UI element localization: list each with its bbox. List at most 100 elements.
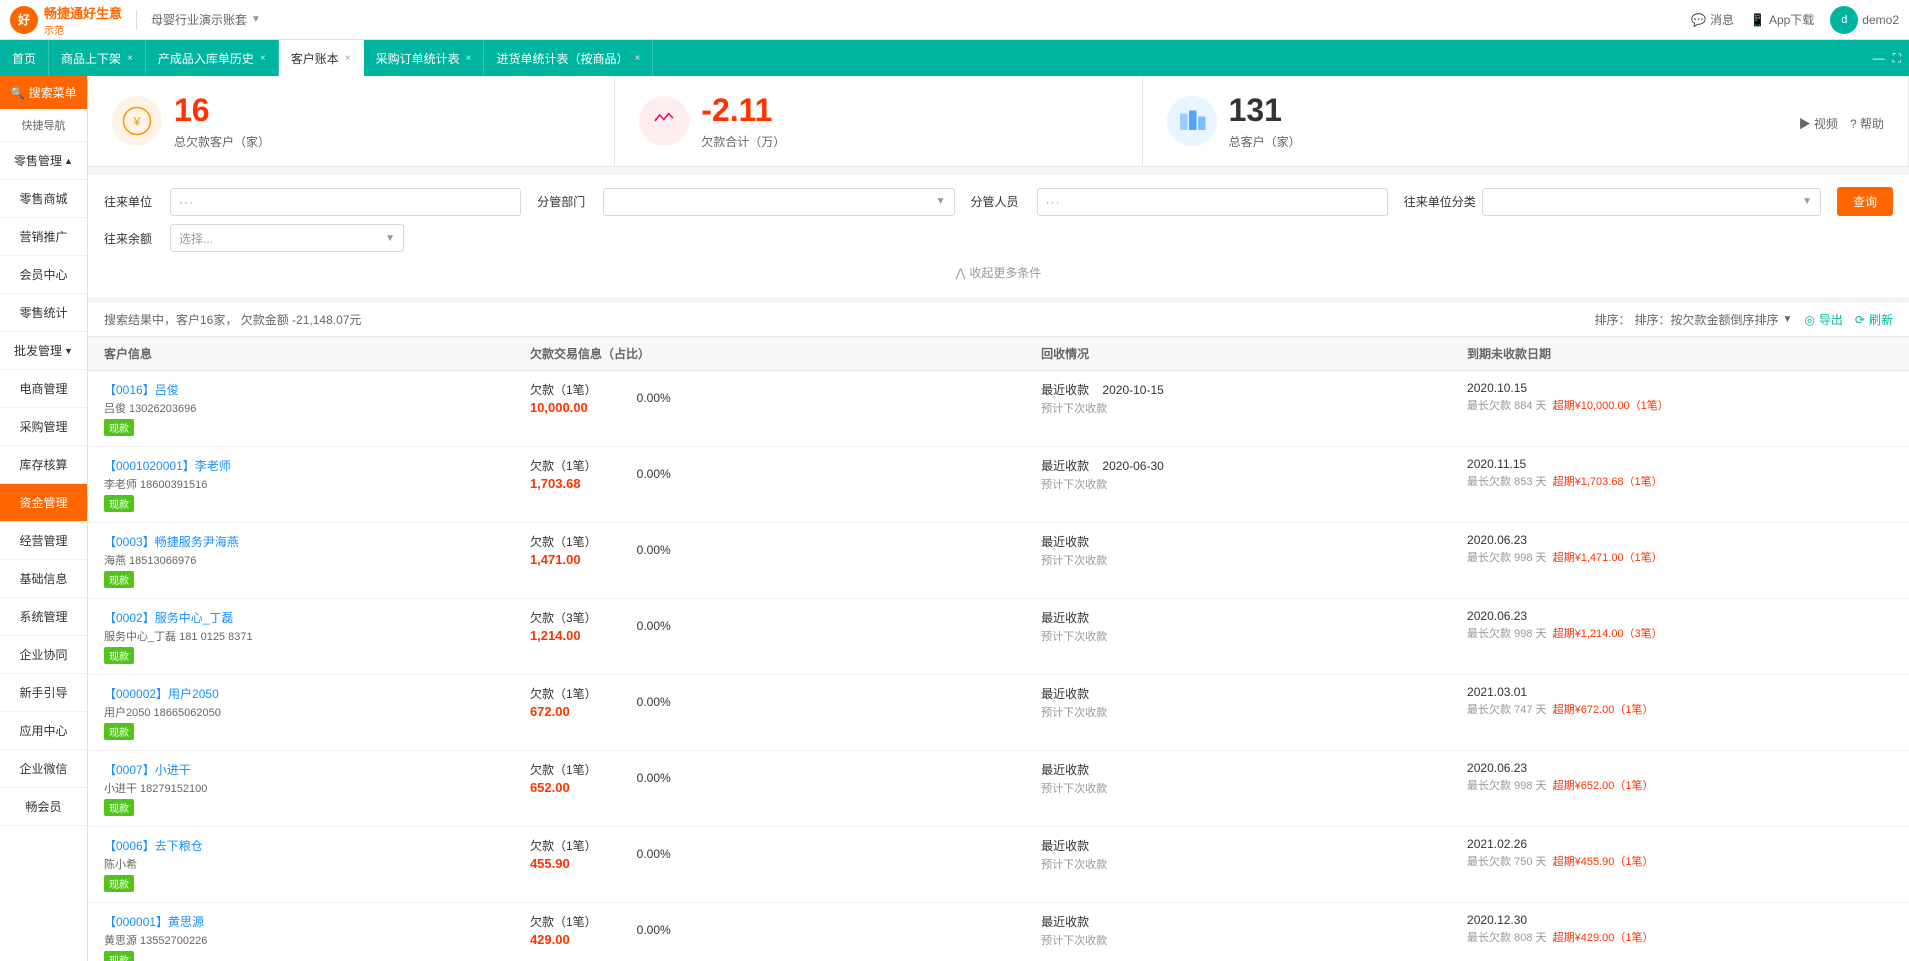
filter-from-unit: 往来单位 ···	[104, 188, 521, 216]
sort-control[interactable]: 排序： 排序：按欠款金额倒序排序 ▼	[1594, 311, 1792, 328]
video-btn[interactable]: ▶ 视频	[1799, 115, 1838, 132]
customer-contact: 小进干 18279152100	[104, 780, 530, 796]
header-recovery: 回收情况	[1041, 345, 1467, 362]
recovery-info: 最近收款 预计下次收款	[1041, 609, 1467, 644]
overdue-customers-number: 16	[174, 92, 270, 129]
message-btn[interactable]: 💬 消息	[1691, 11, 1734, 28]
collapse-row: ⋀ 收起更多条件	[104, 260, 1893, 285]
stats-bar: ¥ 16 总欠款客户（家） -2.11 欠款合计（万）	[88, 76, 1909, 167]
sidebar-item-basic-info[interactable]: 基础信息	[0, 560, 87, 598]
sidebar-item-ecommerce[interactable]: 电商管理	[0, 370, 87, 408]
tab-production-history[interactable]: 产成品入库单历史 ×	[146, 40, 279, 76]
customer-name-link[interactable]: 【000002】用户2050	[104, 687, 219, 701]
filter-row-2: 往来余额 选择... ▼	[104, 224, 404, 252]
customer-info: 【0003】畅捷服务尹海燕 海燕 18513066976 现款	[104, 533, 530, 588]
sidebar-item-retail-mgmt[interactable]: 零售管理 ▲	[0, 142, 87, 180]
overdue-info: 2020.10.15 最长欠款 884 天 超期¥10,000.00（1笔）	[1467, 381, 1893, 413]
tab-home[interactable]: 首页	[0, 40, 49, 76]
search-icon: 🔍	[10, 86, 25, 100]
sidebar-item-retail-stats[interactable]: 零售统计	[0, 294, 87, 332]
tab-purchase-order[interactable]: 采购订单统计表 ×	[364, 40, 485, 76]
customer-name-link[interactable]: 【0007】小进干	[104, 763, 191, 777]
sidebar-item-enterprise-wechat[interactable]: 企业微信	[0, 750, 87, 788]
arrow-icon: ▲	[64, 156, 73, 166]
app-download-btn[interactable]: 📱 App下载	[1750, 11, 1814, 28]
export-btn[interactable]: ◎ 导出	[1804, 311, 1843, 328]
data-table: 客户信息 欠款交易信息（占比） 回收情况 到期未收款日期 【0016】吕俊 吕俊…	[88, 337, 1909, 961]
customer-name-link[interactable]: 【0016】吕俊	[104, 383, 179, 397]
sidebar-item-retail-store[interactable]: 零售商城	[0, 180, 87, 218]
sidebar-search[interactable]: 🔍 搜索菜单	[0, 76, 87, 109]
filter-balance: 往来余额 选择... ▼	[104, 224, 404, 252]
sidebar-item-batch-mgmt[interactable]: 批发管理 ▼	[0, 332, 87, 370]
overdue-link[interactable]: 超期¥455.90（1笔）	[1553, 856, 1654, 868]
close-icon[interactable]: ×	[345, 53, 351, 64]
overdue-link[interactable]: 超期¥1,471.00（1笔）	[1553, 552, 1663, 564]
logo-icon: 好	[10, 6, 38, 34]
sidebar-quick-nav[interactable]: 快捷导航	[0, 109, 87, 142]
person-input[interactable]: ···	[1037, 188, 1388, 216]
overdue-link[interactable]: 超期¥1,703.68（1笔）	[1553, 476, 1663, 488]
sidebar-item-app-center[interactable]: 应用中心	[0, 712, 87, 750]
debt-info: 欠款（3笔） 1,214.00 0.00%	[530, 609, 1041, 643]
tab-minimize-icon[interactable]: —	[1873, 51, 1885, 65]
sidebar-item-vip[interactable]: 畅会员	[0, 788, 87, 826]
help-btn[interactable]: ? 帮助	[1850, 115, 1884, 132]
overdue-amount-number: -2.11	[701, 92, 785, 129]
sidebar-item-marketing[interactable]: 营销推广	[0, 218, 87, 256]
close-icon[interactable]: ×	[634, 53, 640, 64]
recovery-info: 最近收款 2020-06-30 预计下次收款	[1041, 457, 1467, 492]
overdue-info: 2020.06.23 最长欠款 998 天 超期¥1,214.00（3笔）	[1467, 609, 1893, 641]
close-icon[interactable]: ×	[260, 53, 266, 64]
overdue-link[interactable]: 超期¥10,000.00（1笔）	[1553, 400, 1669, 412]
tab-customer-account[interactable]: 客户账本 ×	[279, 40, 364, 76]
user-avatar-btn[interactable]: d demo2	[1830, 6, 1899, 34]
close-icon[interactable]: ×	[466, 53, 472, 64]
overdue-info: 2021.03.01 最长欠款 747 天 超期¥672.00（1笔）	[1467, 685, 1893, 717]
tab-maximize-icon[interactable]: ⛶	[1893, 51, 1901, 66]
sidebar-item-enterprise-collab[interactable]: 企业协同	[0, 636, 87, 674]
balance-input[interactable]: 选择... ▼	[170, 224, 404, 252]
collapse-btn[interactable]: ⋀ 收起更多条件	[956, 264, 1042, 281]
overdue-link[interactable]: 超期¥1,214.00（3笔）	[1553, 628, 1663, 640]
debt-info: 欠款（1笔） 429.00 0.00%	[530, 913, 1041, 947]
tab-product-on-off[interactable]: 商品上下架 ×	[49, 40, 146, 76]
customer-contact: 黄思源 13552700226	[104, 932, 530, 948]
tab-purchase-stats[interactable]: 进货单统计表（按商品） ×	[484, 40, 653, 76]
tab-bar: 首页 商品上下架 × 产成品入库单历史 × 客户账本 × 采购订单统计表 × 进…	[0, 40, 1909, 76]
customer-name-link[interactable]: 【0001020001】李老师	[104, 459, 231, 473]
customer-name-link[interactable]: 【0003】畅捷服务尹海燕	[104, 535, 239, 549]
company-selector[interactable]: 母婴行业演示账套 ▼	[151, 11, 261, 28]
sidebar-item-member[interactable]: 会员中心	[0, 256, 87, 294]
table-row: 【000002】用户2050 用户2050 18665062050 现款 欠款（…	[88, 675, 1909, 751]
sidebar-item-purchase-mgmt[interactable]: 采购管理	[0, 408, 87, 446]
sidebar-item-operations[interactable]: 经营管理	[0, 522, 87, 560]
sidebar-item-system[interactable]: 系统管理	[0, 598, 87, 636]
customer-name-link[interactable]: 【000001】黄思源	[104, 915, 204, 929]
table-row: 【0002】服务中心_丁磊 服务中心_丁磊 181 0125 8371 现款 欠…	[88, 599, 1909, 675]
sidebar-item-inventory[interactable]: 库存核算	[0, 446, 87, 484]
recovery-info: 最近收款 预计下次收款	[1041, 761, 1467, 796]
customer-name-link[interactable]: 【0002】服务中心_丁磊	[104, 611, 233, 625]
dept-input[interactable]: ▼	[603, 188, 954, 216]
overdue-link[interactable]: 超期¥429.00（1笔）	[1553, 932, 1654, 944]
unit-category-input[interactable]: ▼	[1482, 188, 1821, 216]
customer-info: 【0001020001】李老师 李老师 18600391516 现款	[104, 457, 530, 512]
debt-info: 欠款（1笔） 455.90 0.00%	[530, 837, 1041, 871]
filter-person: 分管人员 ···	[971, 188, 1388, 216]
refresh-btn[interactable]: ⟳ 刷新	[1855, 311, 1893, 328]
stat-icon-customers: ¥	[112, 96, 162, 146]
customer-name-link[interactable]: 【0006】去下粮仓	[104, 839, 203, 853]
overdue-link[interactable]: 超期¥672.00（1笔）	[1553, 704, 1654, 716]
search-button[interactable]: 查询	[1837, 187, 1893, 216]
from-unit-input[interactable]: ···	[170, 188, 521, 216]
close-icon[interactable]: ×	[127, 53, 133, 64]
top-header: 好 畅捷通好生意 示范 母婴行业演示账套 ▼ 💬 消息 📱 App下载 d de…	[0, 0, 1909, 40]
filter-bar: 往来单位 ··· 分管部门 ▼ 分管人员 ···	[88, 175, 1909, 297]
sidebar-item-capital[interactable]: 资金管理	[0, 484, 87, 522]
sidebar-item-new-guide[interactable]: 新手引导	[0, 674, 87, 712]
arrow-icon: ▼	[64, 346, 73, 356]
overdue-link[interactable]: 超期¥652.00（1笔）	[1553, 780, 1654, 792]
chevron-down-icon: ▼	[1802, 196, 1812, 207]
table-row: 【0007】小进干 小进干 18279152100 现款 欠款（1笔） 652.…	[88, 751, 1909, 827]
